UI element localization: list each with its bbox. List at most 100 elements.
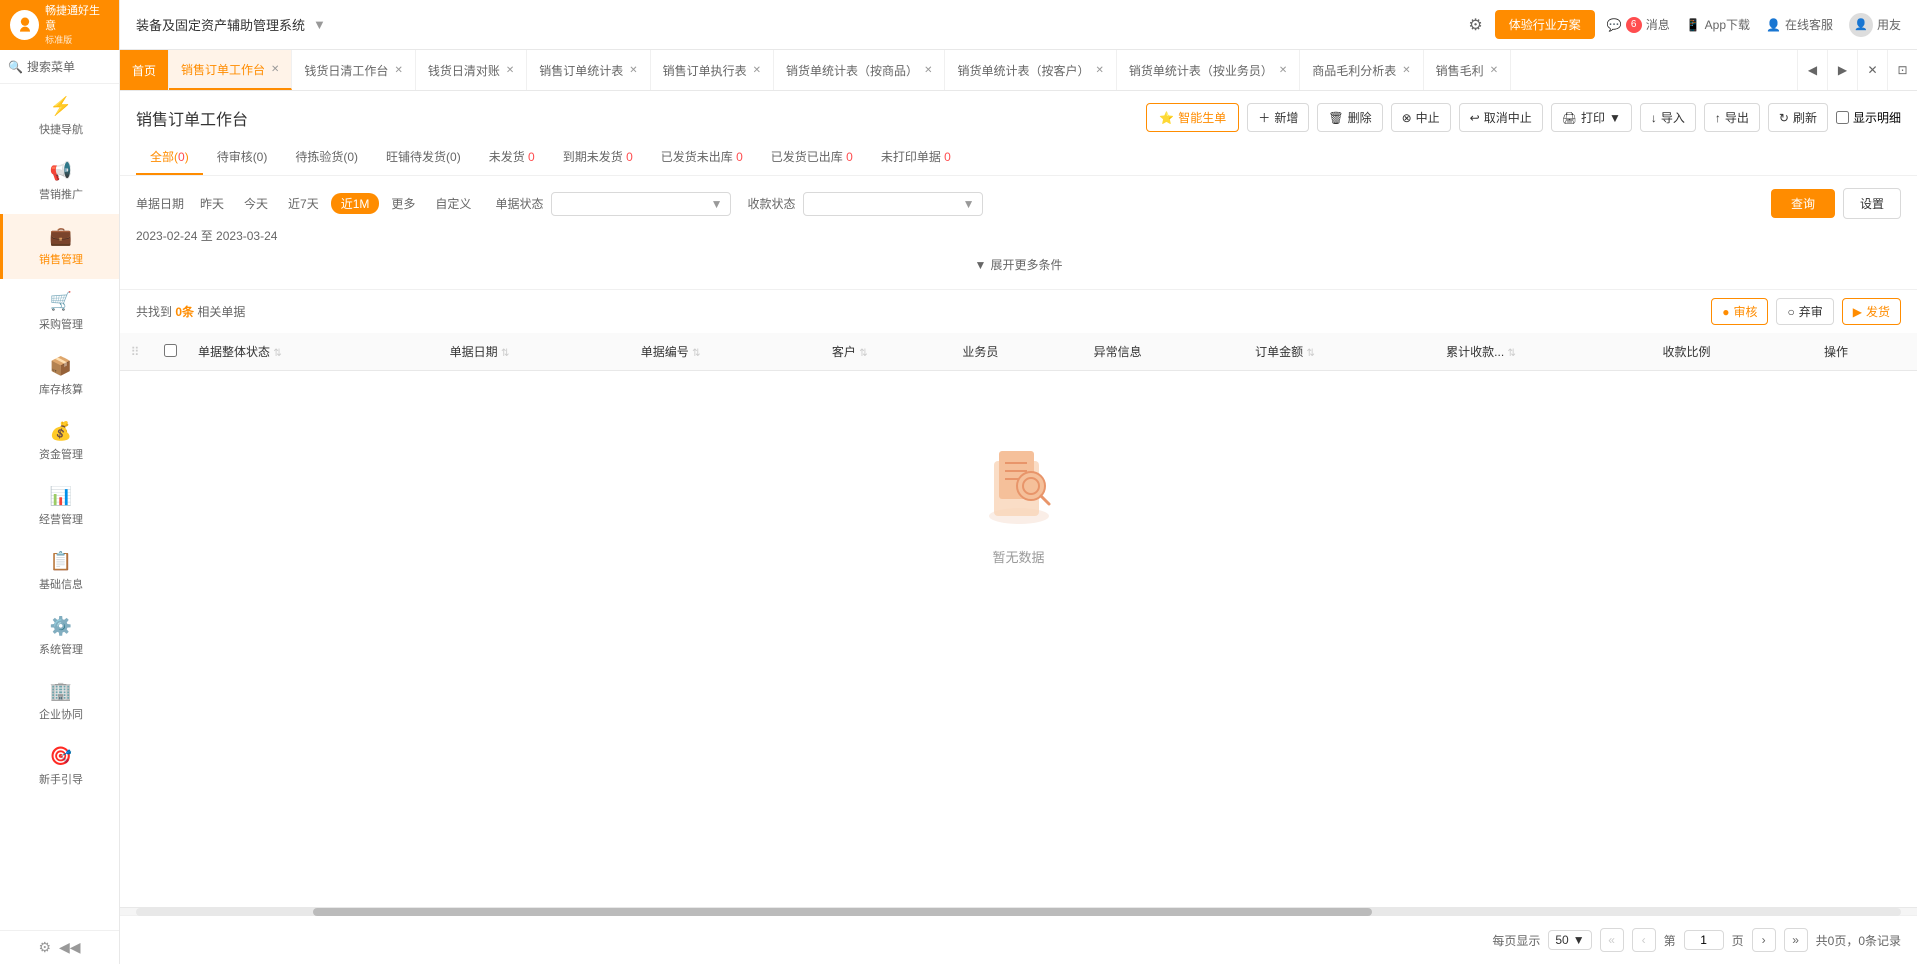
cancel-review-btn[interactable]: ○ 弃审 bbox=[1776, 298, 1833, 325]
show-detail-checkbox[interactable] bbox=[1836, 111, 1849, 124]
query-btn[interactable]: 查询 bbox=[1771, 189, 1835, 218]
date-opt-last1m[interactable]: 近1M bbox=[331, 193, 380, 214]
delete-icon: 🗑 bbox=[1328, 111, 1343, 125]
tab-sales-order[interactable]: 销售订单工作台 ✕ bbox=[169, 50, 292, 90]
print-btn[interactable]: 🖨 打印 ▼ bbox=[1551, 103, 1632, 132]
user-menu[interactable]: 👤 用友 bbox=[1849, 13, 1901, 37]
date-label: 单据日期 bbox=[136, 195, 184, 212]
sub-tab-shipped-warehoused[interactable]: 已发货已出库 0 bbox=[757, 140, 867, 175]
add-btn[interactable]: ＋ 新增 bbox=[1247, 103, 1309, 132]
tab-sales-stat[interactable]: 销售订单统计表 ✕ bbox=[527, 50, 650, 90]
tab-cash-daily-close[interactable]: ✕ bbox=[394, 65, 402, 76]
delete-btn[interactable]: 🗑 删除 bbox=[1317, 103, 1382, 132]
setting-btn[interactable]: 设置 bbox=[1843, 188, 1901, 219]
tab-cash-reconcile[interactable]: 钱货日清对账 ✕ bbox=[416, 50, 527, 90]
col-collected-sort[interactable]: ⇅ bbox=[1508, 348, 1516, 359]
import-btn[interactable]: ↓ 导入 bbox=[1640, 103, 1696, 132]
col-date-sort[interactable]: ⇅ bbox=[501, 348, 509, 359]
tab-sales-stat-staff[interactable]: 销货单统计表（按业务员） ✕ bbox=[1117, 50, 1300, 90]
sidebar-item-basic[interactable]: 📋 基础信息 bbox=[0, 539, 119, 604]
industry-btn[interactable]: 体验行业方案 bbox=[1495, 10, 1595, 39]
cancel-stop-btn[interactable]: ↩ 取消中止 bbox=[1459, 103, 1543, 132]
page-prev-btn[interactable]: ‹ bbox=[1632, 928, 1656, 952]
tab-product-margin-close[interactable]: ✕ bbox=[1402, 65, 1410, 76]
gear-icon[interactable]: ⚙ bbox=[1468, 15, 1482, 35]
online-service-action[interactable]: 👤 在线客服 bbox=[1766, 16, 1833, 33]
sub-tab-overdue[interactable]: 到期未发货 0 bbox=[549, 140, 647, 175]
sidebar-item-marketing[interactable]: 📢 营销推广 bbox=[0, 149, 119, 214]
date-opt-custom[interactable]: 自定义 bbox=[427, 193, 479, 214]
tab-product-margin[interactable]: 商品毛利分析表 ✕ bbox=[1300, 50, 1423, 90]
tab-sales-stat-staff-close[interactable]: ✕ bbox=[1279, 65, 1287, 76]
app-download-action[interactable]: 📱 App下载 bbox=[1686, 16, 1750, 33]
sub-tab-pending-inspect[interactable]: 待拣验货(0) bbox=[281, 140, 372, 175]
table-body: 暂无数据 bbox=[120, 371, 1917, 627]
sub-tab-shipped-not-warehoused[interactable]: 已发货未出库 0 bbox=[647, 140, 757, 175]
date-opt-today[interactable]: 今天 bbox=[236, 193, 276, 214]
col-customer-sort[interactable]: ⇅ bbox=[859, 348, 867, 359]
refresh-btn[interactable]: ↻ 刷新 bbox=[1768, 103, 1828, 132]
tab-sales-stat-close[interactable]: ✕ bbox=[629, 65, 637, 76]
page-size-select[interactable]: 50 ▼ bbox=[1548, 930, 1591, 950]
tab-home[interactable]: 首页 bbox=[120, 50, 169, 90]
tab-sales-profit[interactable]: 销售毛利 ✕ bbox=[1424, 50, 1511, 90]
date-opt-yesterday[interactable]: 昨天 bbox=[192, 193, 232, 214]
export-btn[interactable]: ↑ 导出 bbox=[1704, 103, 1760, 132]
search-menu[interactable]: 🔍 搜索菜单 bbox=[0, 50, 119, 84]
tab-sales-profit-close[interactable]: ✕ bbox=[1490, 65, 1498, 76]
page-input[interactable] bbox=[1684, 930, 1724, 950]
tab-cash-daily[interactable]: 钱货日清工作台 ✕ bbox=[292, 50, 415, 90]
sub-tab-all[interactable]: 全部(0) bbox=[136, 140, 203, 175]
sub-tab-wangpu[interactable]: 旺铺待发货(0) bbox=[372, 140, 475, 175]
tab-sales-exec[interactable]: 销售订单执行表 ✕ bbox=[651, 50, 774, 90]
sidebar-item-purchase[interactable]: 🛒 采购管理 bbox=[0, 279, 119, 344]
page-first-btn[interactable]: « bbox=[1600, 928, 1624, 952]
sidebar-item-corp[interactable]: 🏢 企业协同 bbox=[0, 669, 119, 734]
expand-btn[interactable]: ▼ 展开更多条件 bbox=[967, 252, 1071, 277]
tab-scroll-right[interactable]: ▶ bbox=[1827, 50, 1857, 90]
page-last-btn[interactable]: » bbox=[1784, 928, 1808, 952]
tab-sales-stat-product[interactable]: 销货单统计表（按商品） ✕ bbox=[774, 50, 945, 90]
sidebar-item-operations[interactable]: 📊 经营管理 bbox=[0, 474, 119, 539]
sidebar-item-sales[interactable]: 💼 销售管理 bbox=[0, 214, 119, 279]
tab-expand[interactable]: ⊡ bbox=[1887, 50, 1917, 90]
sidebar-item-inventory[interactable]: 📦 库存核算 bbox=[0, 344, 119, 409]
payment-status-select[interactable]: ▼ bbox=[803, 192, 983, 216]
tab-scroll-left[interactable]: ◀ bbox=[1797, 50, 1827, 90]
col-amount: 订单金额 ⇅ bbox=[1247, 333, 1438, 371]
tab-close-all[interactable]: ✕ bbox=[1857, 50, 1887, 90]
smart-btn[interactable]: ⭐ 智能生单 bbox=[1146, 103, 1239, 132]
tab-sales-stat-customer-close[interactable]: ✕ bbox=[1095, 65, 1103, 76]
tab-cash-reconcile-close[interactable]: ✕ bbox=[506, 65, 514, 76]
sidebar-item-system[interactable]: ⚙️ 系统管理 bbox=[0, 604, 119, 669]
review-btn[interactable]: ● 审核 bbox=[1711, 298, 1768, 325]
stop-btn[interactable]: ⊗ 中止 bbox=[1391, 103, 1451, 132]
col-amount-sort[interactable]: ⇅ bbox=[1306, 348, 1314, 359]
tab-sales-order-close[interactable]: ✕ bbox=[271, 64, 279, 75]
header-dropdown-icon[interactable]: ▼ bbox=[313, 17, 326, 32]
sub-tab-not-shipped[interactable]: 未发货 0 bbox=[475, 140, 549, 175]
collapse-icon[interactable]: ◀◀ bbox=[59, 939, 81, 956]
sidebar-item-finance[interactable]: 💰 资金管理 bbox=[0, 409, 119, 474]
date-opt-more[interactable]: 更多 bbox=[383, 193, 423, 214]
col-number-sort[interactable]: ⇅ bbox=[692, 348, 700, 359]
scroll-bar-thumb[interactable] bbox=[313, 908, 1372, 916]
date-opt-last7[interactable]: 近7天 bbox=[280, 193, 327, 214]
show-detail-label[interactable]: 显示明细 bbox=[1836, 109, 1901, 126]
col-status-sort[interactable]: ⇅ bbox=[273, 348, 281, 359]
sub-tab-pending-review[interactable]: 待审核(0) bbox=[203, 140, 282, 175]
sidebar-item-quick-nav[interactable]: ⚡ 快捷导航 bbox=[0, 84, 119, 149]
page-content: 销售订单工作台 ⭐ 智能生单 ＋ 新增 🗑 删除 ⊗ bbox=[120, 91, 1917, 964]
sidebar-item-guide[interactable]: 🎯 新手引导 bbox=[0, 734, 119, 799]
bill-status-select[interactable]: ▼ bbox=[551, 192, 731, 216]
message-action[interactable]: 💬 6 消息 bbox=[1607, 16, 1670, 33]
page-header: 销售订单工作台 ⭐ 智能生单 ＋ 新增 🗑 删除 ⊗ bbox=[120, 91, 1917, 140]
sub-tab-not-printed[interactable]: 未打印单据 0 bbox=[867, 140, 965, 175]
tab-sales-exec-close[interactable]: ✕ bbox=[753, 65, 761, 76]
select-all-checkbox[interactable] bbox=[164, 344, 177, 357]
page-next-btn[interactable]: › bbox=[1752, 928, 1776, 952]
ship-btn[interactable]: ▶ 发货 bbox=[1842, 298, 1901, 325]
tab-sales-stat-product-close[interactable]: ✕ bbox=[924, 65, 932, 76]
settings-bottom-icon[interactable]: ⚙ bbox=[38, 939, 51, 956]
tab-sales-stat-customer[interactable]: 销货单统计表（按客户） ✕ bbox=[945, 50, 1116, 90]
